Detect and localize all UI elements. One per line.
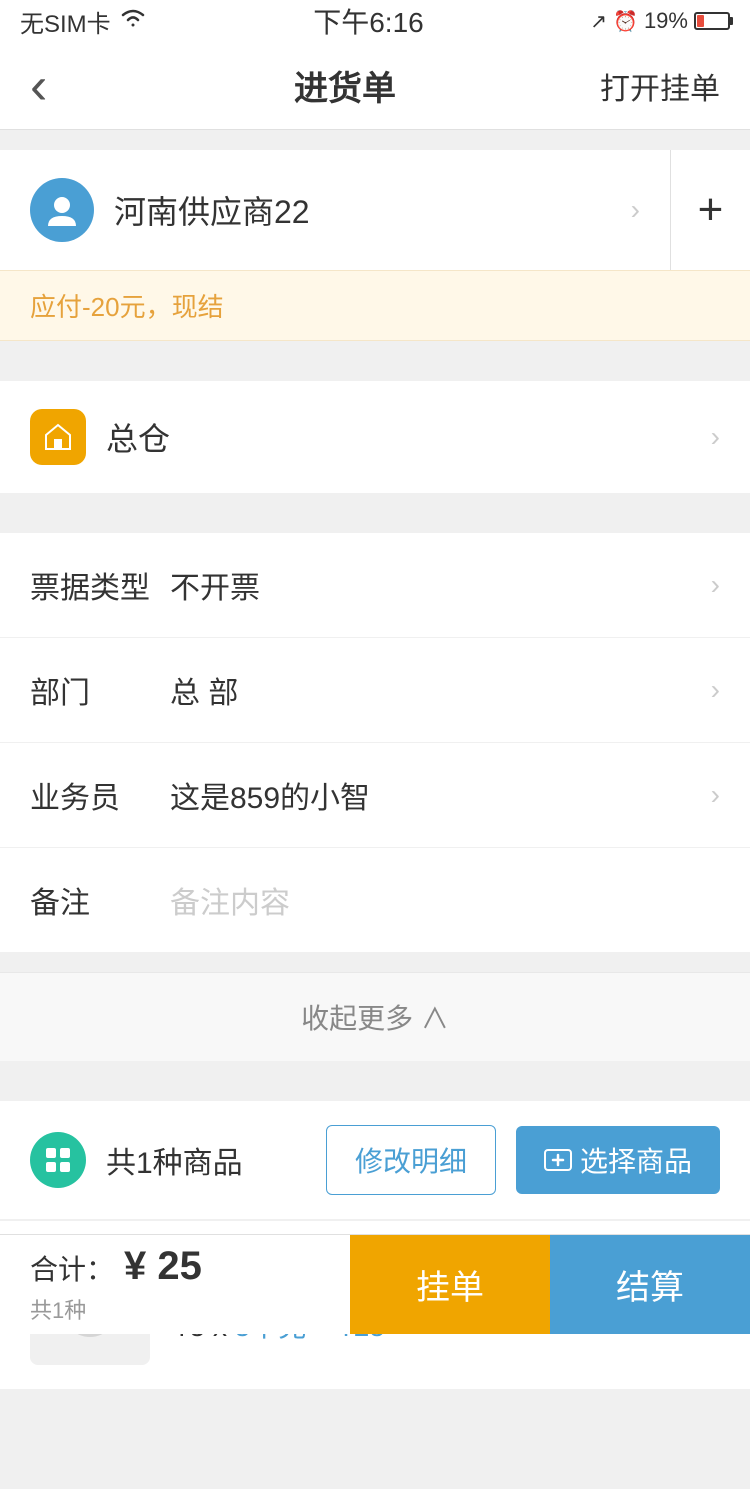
collapse-button[interactable]: 收起更多 ∧ — [0, 972, 750, 1061]
dept-row[interactable]: 部门 总 部 › — [0, 638, 750, 743]
notice-bar: 应付-20元，现结 — [0, 270, 750, 341]
supplier-select-row[interactable]: 河南供应商22 › — [0, 150, 670, 270]
invoice-chevron-icon: › — [711, 569, 720, 601]
wifi-icon — [119, 7, 147, 36]
open-hang-button[interactable]: 打开挂单 — [600, 64, 720, 108]
select-product-button[interactable]: 选择商品 — [516, 1126, 720, 1194]
location-icon: ↗ — [590, 9, 607, 34]
notice-text: 应付-20元，现结 — [30, 292, 224, 322]
dept-value: 总 部 — [170, 668, 711, 712]
dept-label: 部门 — [30, 668, 170, 712]
products-count: 共1种商品 — [106, 1138, 326, 1182]
remark-row[interactable]: 备注 备注内容 — [0, 848, 750, 952]
invoice-value: 不开票 — [170, 563, 711, 607]
status-bar: 无SIM卡 下午6:16 ↗ ⏰ 19% — [0, 0, 750, 42]
footer: 合计： ¥ 25 共1种 挂单 结算 — [0, 1234, 750, 1334]
status-right: ↗ ⏰ 19% — [590, 8, 730, 34]
products-header: 共1种商品 修改明细 选择商品 — [0, 1101, 750, 1219]
footer-total: 合计： ¥ 25 共1种 — [0, 1235, 350, 1334]
total-amount: ¥ 25 — [124, 1244, 202, 1289]
form-section: 票据类型 不开票 › 部门 总 部 › 业务员 这是859的小智 › 备注 备注… — [0, 533, 750, 952]
hang-button[interactable]: 挂单 — [350, 1235, 550, 1334]
remark-input[interactable]: 备注内容 — [170, 878, 720, 922]
alarm-icon: ⏰ — [613, 9, 638, 34]
warehouse-icon — [30, 409, 86, 465]
settle-button[interactable]: 结算 — [550, 1235, 750, 1334]
supplier-avatar — [30, 178, 94, 242]
battery-percent: 19% — [644, 8, 688, 34]
warehouse-chevron-icon: › — [711, 421, 720, 453]
salesman-label: 业务员 — [30, 773, 170, 817]
nav-bar: ‹ 进货单 打开挂单 — [0, 42, 750, 130]
warehouse-name: 总仓 — [106, 414, 711, 460]
invoice-row[interactable]: 票据类型 不开票 › — [0, 533, 750, 638]
battery-icon — [694, 12, 730, 30]
salesman-value: 这是859的小智 — [170, 773, 711, 817]
warehouse-row[interactable]: 总仓 › — [0, 381, 750, 493]
supplier-add-button[interactable]: + — [670, 150, 750, 270]
supplier-chevron-icon: › — [631, 194, 640, 226]
status-time: 下午6:16 — [313, 1, 424, 41]
status-left: 无SIM卡 — [20, 4, 147, 39]
dept-chevron-icon: › — [711, 674, 720, 706]
edit-detail-button[interactable]: 修改明细 — [326, 1125, 496, 1195]
supplier-name: 河南供应商22 — [114, 187, 631, 233]
carrier-label: 无SIM卡 — [20, 4, 111, 39]
total-label: 合计： — [30, 1248, 114, 1288]
invoice-label: 票据类型 — [30, 563, 170, 607]
back-button[interactable]: ‹ — [30, 56, 90, 116]
supplier-section: 河南供应商22 › + — [0, 150, 750, 270]
total-sub: 共1种 — [30, 1293, 320, 1325]
select-product-label: 选择商品 — [580, 1140, 692, 1180]
remark-label: 备注 — [30, 878, 170, 922]
products-icon — [30, 1132, 86, 1188]
page-title: 进货单 — [294, 61, 396, 110]
salesman-chevron-icon: › — [711, 779, 720, 811]
salesman-row[interactable]: 业务员 这是859的小智 › — [0, 743, 750, 848]
